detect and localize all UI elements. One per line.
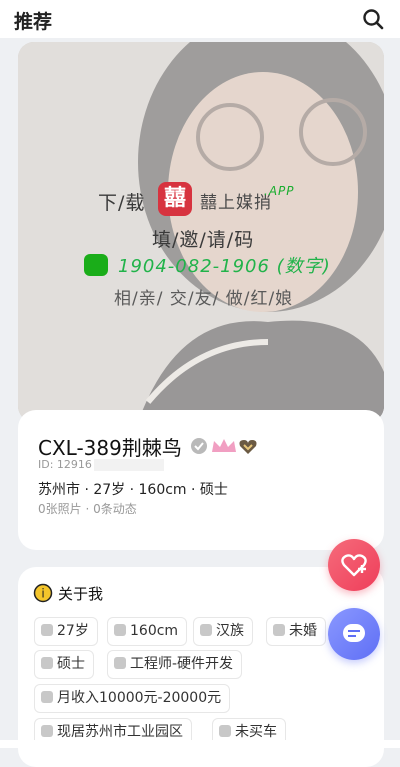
watermark-brand: 囍上媒捎 (200, 193, 272, 213)
tag-car-label: 未买车 (235, 724, 277, 740)
tag-job-label: 工程师-硬件开发 (130, 656, 234, 672)
profile-stats: 0张照片 · 0条动态 (38, 502, 137, 516)
page-title: 推荐 (14, 11, 53, 33)
heart-icon (273, 624, 285, 636)
tag-marital: 未婚 (266, 617, 326, 646)
wechat-icon (84, 254, 108, 276)
yuan-icon (41, 691, 53, 703)
graduation-cap-icon (41, 657, 53, 669)
vip-heart-icon (239, 440, 257, 454)
tag-job: 工程师-硬件开发 (107, 650, 243, 679)
profile-id: ID: 12916 (38, 458, 164, 471)
about-card: i 关于我 27岁 160cm 汉族 未婚 硕士 工程师-硬件开发 月收入100… (18, 567, 384, 767)
chat-button[interactable] (328, 608, 380, 660)
flag-icon (200, 624, 212, 636)
tag-income: 月收入10000元-20000元 (34, 684, 231, 713)
heart-plus-icon (341, 554, 367, 577)
about-info-icon: i (33, 583, 53, 603)
watermark-code: 1904-082-1906 (数字) (118, 256, 331, 277)
watermark-fill-code: 填/邀/请/码 (152, 229, 255, 251)
briefcase-icon (114, 657, 126, 669)
cake-icon (41, 624, 53, 636)
tag-height: 160cm (107, 617, 188, 646)
tag-education-label: 硕士 (57, 656, 85, 672)
app-logo-icon: 囍 (158, 182, 192, 216)
about-title: 关于我 (58, 585, 104, 603)
profile-id-text: ID: 12916 (38, 458, 92, 471)
tag-residence-label: 现居苏州市工业园区 (57, 724, 183, 740)
tag-income-label: 月收入10000元-20000元 (57, 690, 222, 706)
tag-marital-label: 未婚 (289, 623, 317, 639)
watermark-tagline: 相/亲/ 交/友/ 做/红/娘 (114, 289, 294, 309)
about-heading: i 关于我 (33, 583, 104, 604)
car-icon (219, 725, 231, 737)
profile-card: CXL-389荆棘鸟 ID: 12916 苏州市 · 27岁 · 160cm ·… (18, 410, 384, 550)
top-bar: 推荐 (0, 0, 400, 38)
watermark-download: 下/载 (98, 192, 146, 214)
like-button[interactable] (328, 539, 380, 591)
chat-bubble-icon (343, 624, 365, 642)
profile-info: 苏州市 · 27岁 · 160cm · 硕士 (38, 482, 228, 498)
badge-group (190, 436, 266, 462)
tag-age: 27岁 (34, 617, 98, 646)
tag-education: 硕士 (34, 650, 94, 679)
bottom-nav (0, 740, 400, 748)
svg-text:i: i (41, 587, 44, 601)
location-pin-icon (41, 725, 53, 737)
profile-name: CXL-389荆棘鸟 (38, 436, 182, 460)
id-mask (93, 459, 164, 471)
tag-ethnicity: 汉族 (193, 617, 253, 646)
tag-age-label: 27岁 (57, 623, 89, 639)
search-icon[interactable] (362, 8, 384, 30)
crown-icon (212, 439, 236, 452)
tag-ethnicity-label: 汉族 (216, 623, 244, 639)
verified-icon (191, 438, 207, 454)
profile-photo[interactable]: 下/载 囍 囍上媒捎 .APP 填/邀/请/码 1904-082-1906 (数… (18, 42, 384, 422)
height-icon (114, 624, 126, 636)
watermark-app: .APP (264, 184, 295, 198)
tag-height-label: 160cm (130, 623, 179, 639)
